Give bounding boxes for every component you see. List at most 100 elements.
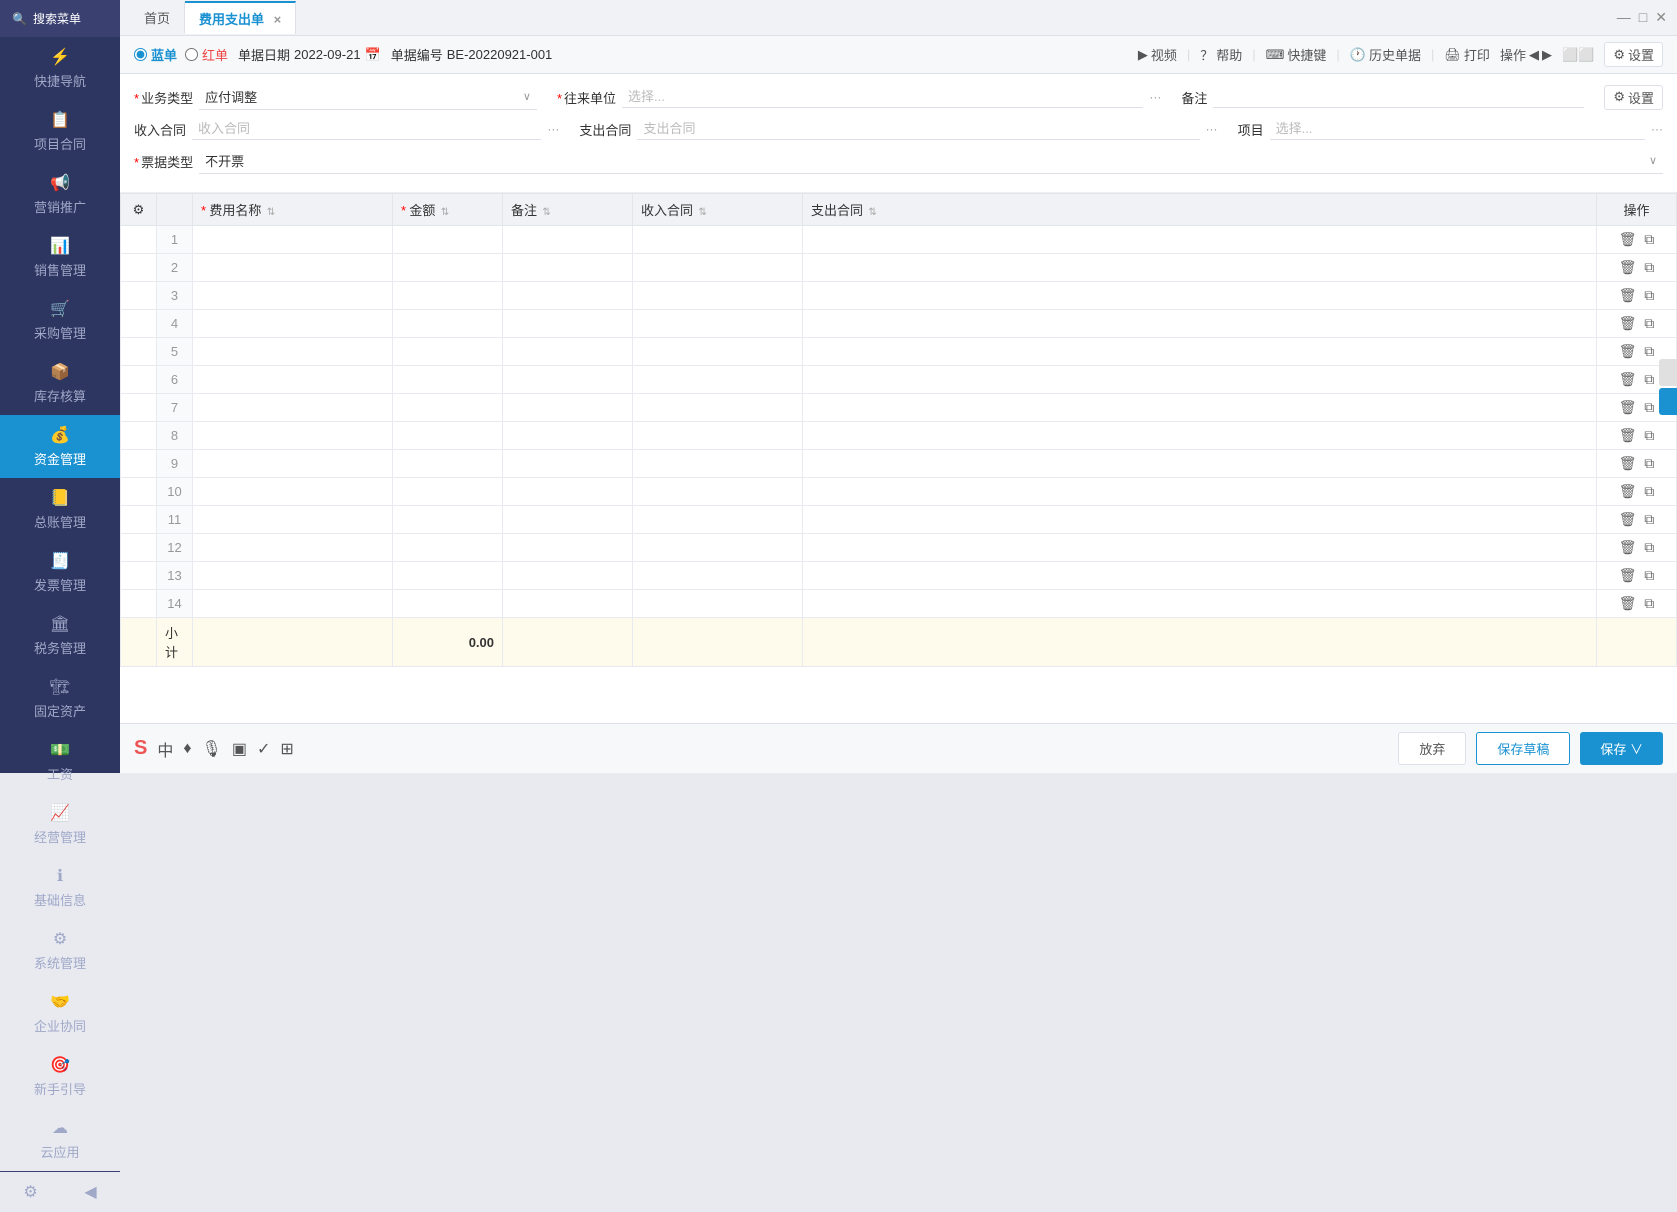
row-remark[interactable] [503,254,633,282]
row-amount[interactable] [393,394,503,422]
row-expense-name[interactable] [193,282,393,310]
delete-row-icon[interactable]: 🗑 [1619,483,1637,499]
video-btn[interactable]: ▶ 视频 [1138,45,1177,64]
expense-contract-more[interactable]: ··· [1206,122,1218,136]
sidebar-item-operations[interactable]: 📈 经营管理 [0,793,120,856]
row-expense-contract[interactable] [803,226,1597,254]
sidebar-item-basic-info[interactable]: ℹ 基础信息 [0,856,120,919]
row-expense-contract[interactable] [803,338,1597,366]
row-remark[interactable] [503,366,633,394]
row-expense-name[interactable] [193,562,393,590]
col-expense-contract[interactable]: 支出合同 ⇅ [803,194,1597,226]
row-expense-name[interactable] [193,422,393,450]
settings-btn[interactable]: ⚙ 设置 [1604,42,1663,67]
sort-remark[interactable]: ⇅ [542,207,550,218]
history-btn[interactable]: 🕐 历史单据 [1350,45,1421,64]
delete-row-icon[interactable]: 🗑 [1619,259,1637,275]
delete-row-icon[interactable]: 🗑 [1619,595,1637,611]
sidebar-search[interactable]: 🔍 搜索菜单 [0,0,120,37]
footer-icon-zhong[interactable]: 中 [157,737,173,761]
footer-icon-diamond[interactable]: ♦ [183,740,191,758]
row-expense-contract[interactable] [803,394,1597,422]
row-income-contract[interactable] [633,226,803,254]
sidebar-item-payroll[interactable]: 💵 工资 [0,730,120,793]
copy-row-icon[interactable]: ⧉ [1644,539,1654,555]
nav-next-icon[interactable]: ▶ [1542,47,1552,63]
row-expense-name[interactable] [193,450,393,478]
row-expense-name[interactable] [193,506,393,534]
sound-bottom-icon[interactable]: ◀ [84,1182,96,1202]
calendar-icon[interactable]: 📅 [365,47,381,63]
row-remark[interactable] [503,590,633,618]
red-bill-radio[interactable] [185,48,198,61]
delete-row-icon[interactable]: 🗑 [1619,287,1637,303]
copy-row-icon[interactable]: ⧉ [1644,511,1654,527]
row-expense-name[interactable] [193,310,393,338]
income-contract-more[interactable]: ··· [547,122,559,136]
window-close-icon[interactable]: ✕ [1655,9,1667,26]
partner-input[interactable] [622,86,1143,108]
row-amount[interactable] [393,366,503,394]
copy-row-icon[interactable]: ⧉ [1644,483,1654,499]
row-remark[interactable] [503,394,633,422]
row-income-contract[interactable] [633,450,803,478]
red-bill-label[interactable]: 红单 [185,45,228,64]
sidebar-item-capital[interactable]: 💰 资金管理 [0,415,120,478]
blue-bill-radio[interactable] [134,48,147,61]
sort-expense-name[interactable]: ⇅ [267,207,275,218]
sidebar-item-marketing[interactable]: 📢 营销推广 [0,163,120,226]
copy-row-icon[interactable]: ⧉ [1644,427,1654,443]
col-income-contract[interactable]: 收入合同 ⇅ [633,194,803,226]
delete-row-icon[interactable]: 🗑 [1619,455,1637,471]
row-amount[interactable] [393,310,503,338]
partner-more-icon[interactable]: ··· [1149,90,1161,104]
copy-row-icon[interactable]: ⧉ [1644,595,1654,611]
copy-row-icon[interactable]: ⧉ [1644,287,1654,303]
row-expense-name[interactable] [193,534,393,562]
row-expense-contract[interactable] [803,450,1597,478]
footer-icon-check[interactable]: ✓ [257,739,270,759]
row-amount[interactable] [393,590,503,618]
footer-icon-grid[interactable]: ▣ [232,739,247,759]
delete-row-icon[interactable]: 🗑 [1619,399,1637,415]
col-settings-icon[interactable]: ⚙ [133,202,145,217]
row-income-contract[interactable] [633,366,803,394]
sort-expense-contract[interactable]: ⇅ [868,207,876,218]
right-tab-2[interactable] [1659,388,1677,415]
sidebar-item-tax[interactable]: 🏛 税务管理 [0,604,120,667]
sidebar-item-cloud[interactable]: ☁ 云应用 [0,1108,120,1171]
copy-row-icon[interactable]: ⧉ [1644,455,1654,471]
sidebar-item-ledger[interactable]: 📒 总账管理 [0,478,120,541]
sort-income-contract[interactable]: ⇅ [698,207,706,218]
row-expense-contract[interactable] [803,310,1597,338]
delete-row-icon[interactable]: 🗑 [1619,567,1637,583]
row-income-contract[interactable] [633,338,803,366]
row-remark[interactable] [503,534,633,562]
project-more[interactable]: ··· [1651,122,1663,136]
maximize-icon[interactable]: □ [1639,9,1647,26]
delete-row-icon[interactable]: 🗑 [1619,343,1637,359]
row-amount[interactable] [393,450,503,478]
blue-bill-label[interactable]: 蓝单 [134,45,177,64]
expense-contract-input[interactable] [637,118,1199,140]
footer-icon-mic[interactable]: 🎙 [202,739,222,759]
delete-row-icon[interactable]: 🗑 [1619,371,1637,387]
row-expense-contract[interactable] [803,534,1597,562]
row-amount[interactable] [393,478,503,506]
row-remark[interactable] [503,338,633,366]
copy-row-icon[interactable]: ⧉ [1644,371,1654,387]
row-expense-contract[interactable] [803,478,1597,506]
row-remark[interactable] [503,506,633,534]
row-income-contract[interactable] [633,506,803,534]
bill-type-select[interactable]: 不开票 ∨ [199,148,1663,174]
remark-input[interactable] [1213,86,1584,108]
row-amount[interactable] [393,226,503,254]
row-amount[interactable] [393,422,503,450]
operate-btn[interactable]: 操作 ◀ ▶ [1500,45,1552,64]
row-amount[interactable] [393,282,503,310]
row-amount[interactable] [393,562,503,590]
sidebar-item-quick-nav[interactable]: ⚡ 快捷导航 [0,37,120,100]
row-income-contract[interactable] [633,422,803,450]
copy-row-icon[interactable]: ⧉ [1644,315,1654,331]
col-amount[interactable]: * 金额 ⇅ [393,194,503,226]
